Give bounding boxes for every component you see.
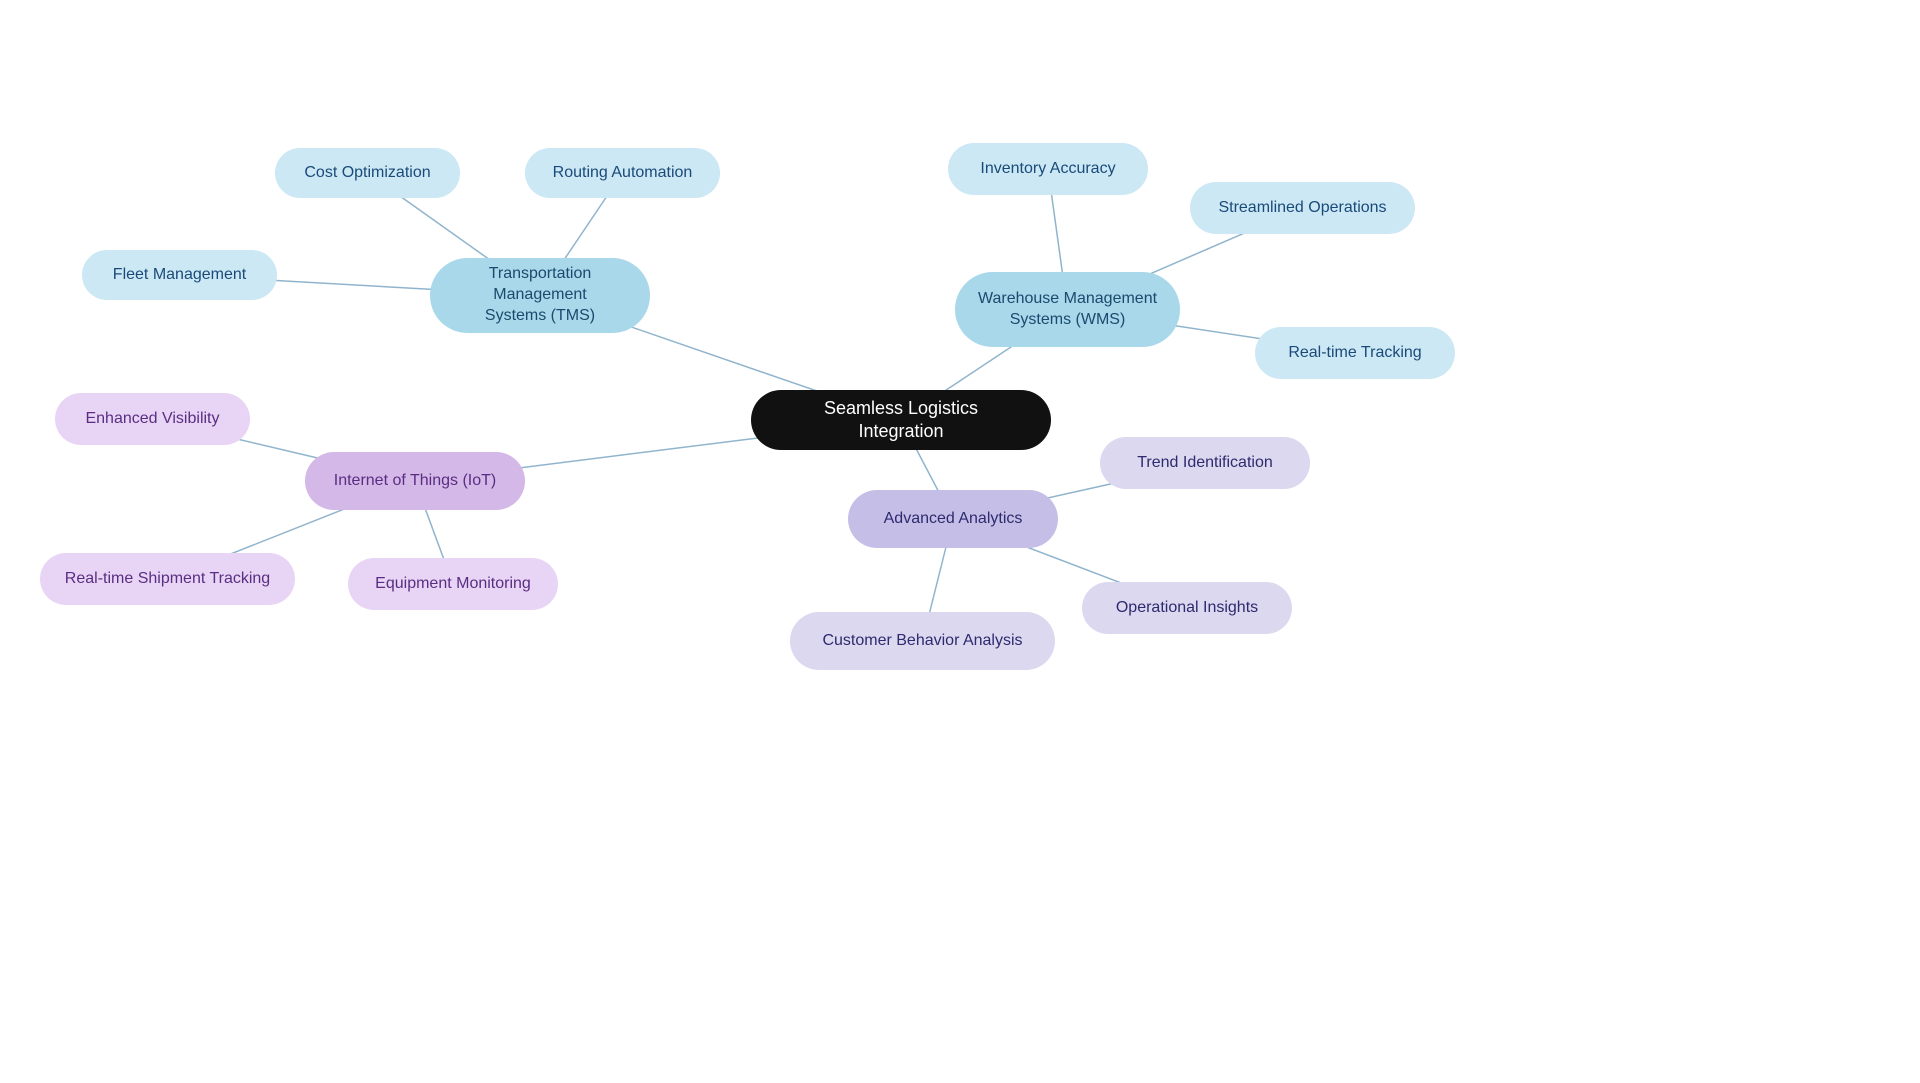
customer-label: Customer Behavior Analysis [822,631,1022,652]
equipment-label: Equipment Monitoring [375,574,531,595]
iot-node: Internet of Things (IoT) [305,452,525,510]
routing-node: Routing Automation [525,148,720,198]
cost-opt-label: Cost Optimization [304,163,430,184]
tms-node: Transportation ManagementSystems (TMS) [430,258,650,333]
streamlined-node: Streamlined Operations [1190,182,1415,234]
wms-label: Warehouse ManagementSystems (WMS) [978,289,1157,331]
enhanced-label: Enhanced Visibility [85,409,219,430]
inventory-node: Inventory Accuracy [948,143,1148,195]
realtime-track-node: Real-time Tracking [1255,327,1455,379]
trend-node: Trend Identification [1100,437,1310,489]
operational-label: Operational Insights [1116,598,1258,619]
analytics-node: Advanced Analytics [848,490,1058,548]
iot-label: Internet of Things (IoT) [334,471,496,492]
trend-label: Trend Identification [1137,453,1272,474]
fleet-label: Fleet Management [113,265,246,286]
streamlined-label: Streamlined Operations [1218,198,1386,219]
cost-opt-node: Cost Optimization [275,148,460,198]
enhanced-node: Enhanced Visibility [55,393,250,445]
center-label: Seamless Logistics Integration [787,397,1015,444]
analytics-label: Advanced Analytics [884,509,1023,530]
equipment-node: Equipment Monitoring [348,558,558,610]
center-node: Seamless Logistics Integration [751,390,1051,450]
fleet-node: Fleet Management [82,250,277,300]
inventory-label: Inventory Accuracy [980,159,1115,180]
shipment-label: Real-time Shipment Tracking [65,569,270,590]
routing-label: Routing Automation [553,163,693,184]
realtime-track-label: Real-time Tracking [1288,343,1421,364]
wms-node: Warehouse ManagementSystems (WMS) [955,272,1180,347]
tms-label: Transportation ManagementSystems (TMS) [452,264,628,326]
shipment-node: Real-time Shipment Tracking [40,553,295,605]
operational-node: Operational Insights [1082,582,1292,634]
customer-node: Customer Behavior Analysis [790,612,1055,670]
